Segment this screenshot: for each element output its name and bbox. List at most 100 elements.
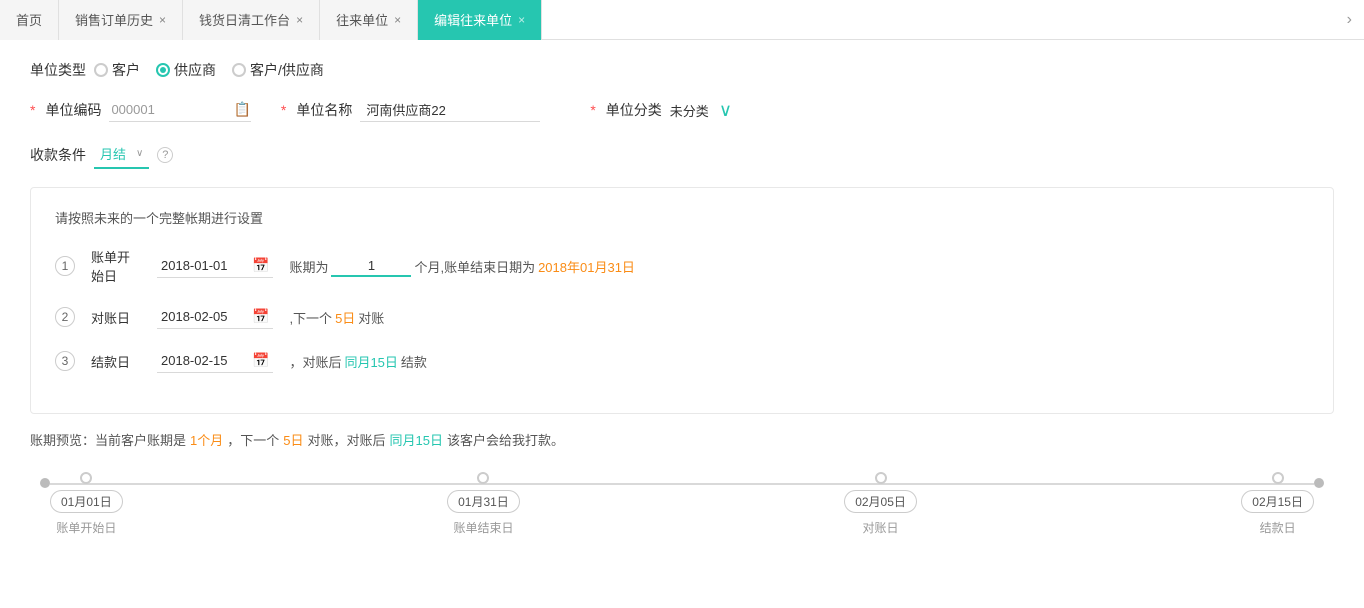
timeline-left-dot [40,478,50,488]
radio-supplier[interactable]: 供应商 [156,60,216,80]
period-highlight-1: 2018年01月31日 [538,257,635,276]
timeline-left-end [40,469,50,488]
classify-value: 未分类 [670,101,709,120]
tab-sales-history-close[interactable]: × [159,13,166,27]
tab-cash-work[interactable]: 钱货日清工作台 × [183,0,320,40]
tl-dot-2 [875,472,887,484]
tab-cash-work-close[interactable]: × [296,13,303,27]
classify-star: * [590,102,595,118]
date-value-1: 2018-01-01 [161,258,246,273]
period-suffix-2: 对账 [358,308,384,327]
tl-caption-3: 结款日 [1260,519,1296,536]
radio-customer-label: 客户 [112,60,140,80]
tl-point-3: 02月15日 结款日 [1241,469,1314,536]
tl-point-0: 01月01日 账单开始日 [50,469,123,536]
tl-point-2: 02月05日 对账日 [844,469,917,536]
tab-home-label: 首页 [16,10,42,29]
date-value-2: 2018-02-05 [161,309,246,324]
radio-both-label: 客户/供应商 [250,60,324,80]
radio-supplier-circle [156,63,170,77]
radio-both[interactable]: 客户/供应商 [232,60,324,80]
period-prefix-3: ，对账后 [289,352,341,371]
period-num-3: 3 [55,351,75,371]
unit-type-group: 单位类型 客户 供应商 客户/供应商 [30,60,324,80]
period-month-input[interactable] [331,256,411,277]
tab-more-button[interactable]: › [1335,11,1364,29]
period-section: 请按照未来的一个完整帐期进行设置 1 账单开始日 2018-01-01 📅 账期… [30,187,1334,414]
tab-home[interactable]: 首页 [0,0,59,40]
period-label-2: 对账日 [91,308,141,327]
timeline-content: 01月01日 账单开始日 01月31日 账单结束日 02月05日 对账日 [50,469,1314,536]
tab-sales-history-label: 销售订单历史 [75,10,153,29]
tl-label-1: 01月31日 [447,490,520,513]
date-field-2[interactable]: 2018-02-05 📅 [157,305,273,329]
tab-sales-history[interactable]: 销售订单历史 × [59,0,183,40]
date-calendar-3[interactable]: 📅 [252,352,269,369]
radio-supplier-label: 供应商 [174,60,216,80]
tl-label-2: 02月05日 [844,490,917,513]
preview-mid2: 对账，对账后 [308,430,386,449]
preview-part3: 同月15日 [390,430,443,449]
date-calendar-1[interactable]: 📅 [252,257,269,274]
period-desc-3: ，对账后 同月15日 结款 [289,352,427,371]
period-num-2: 2 [55,307,75,327]
preview-text: 账期预览：当前客户账期是 1个月 ，下一个 5日 对账，对账后 同月15日 该客… [30,430,1334,449]
period-suffix-1: 个月,账单结束日期为 [414,257,535,276]
date-field-1[interactable]: 2018-01-01 📅 [157,254,273,278]
date-field-3[interactable]: 2018-02-15 📅 [157,349,273,373]
payment-dropdown[interactable]: 月结 ∨ [94,140,149,169]
period-row-3: 3 结款日 2018-02-15 📅 ，对账后 同月15日 结款 [55,349,1309,373]
preview-prefix: 账期预览：当前客户账期是 [30,430,186,449]
tl-point-1: 01月31日 账单结束日 [447,469,520,536]
code-group: * 单位编码 📋 [30,98,251,122]
payment-row: 收款条件 月结 ∨ ? [30,140,1334,169]
tab-partner-unit-label: 往来单位 [336,10,388,29]
tl-dot-0 [80,472,92,484]
tab-cash-work-label: 钱货日清工作台 [199,10,290,29]
code-input[interactable] [109,98,229,121]
period-prefix-2: ,下一个 [289,308,332,327]
payment-help-icon[interactable]: ? [157,147,173,163]
period-suffix-3: 结款 [401,352,427,371]
timeline-right-end [1314,469,1324,488]
code-star: * [30,102,35,118]
period-label-3: 结款日 [91,352,141,371]
code-input-wrapper: 📋 [109,98,250,122]
classify-arrow-icon: ∨ [719,100,732,121]
payment-group: 收款条件 月结 ∨ ? [30,140,173,169]
tab-edit-partner-label: 编辑往来单位 [434,10,512,29]
tl-label-0: 01月01日 [50,490,123,513]
period-highlight-3: 同月15日 [344,352,397,371]
section-title: 请按照未来的一个完整帐期进行设置 [55,208,1309,227]
tl-label-3: 02月15日 [1241,490,1314,513]
classify-dropdown[interactable]: 未分类 ∨ [670,100,732,121]
tab-partner-unit-close[interactable]: × [394,13,401,27]
period-extra-label-1: 账期为 [289,257,328,276]
unit-type-row: 单位类型 客户 供应商 客户/供应商 [30,60,1334,80]
date-calendar-2[interactable]: 📅 [252,308,269,325]
tab-edit-partner[interactable]: 编辑往来单位 × [418,0,542,40]
tab-partner-unit[interactable]: 往来单位 × [320,0,418,40]
payment-arrow-icon: ∨ [136,148,143,159]
preview-mid1: ，下一个 [227,430,279,449]
tl-caption-2: 对账日 [863,519,899,536]
date-value-3: 2018-02-15 [161,353,246,368]
radio-both-circle [232,63,246,77]
period-desc-1: 账期为 个月,账单结束日期为 2018年01月31日 [289,256,634,277]
timeline-right-dot [1314,478,1324,488]
tl-caption-1: 账单结束日 [453,519,513,536]
period-num-1: 1 [55,256,75,276]
timeline-row: 01月01日 账单开始日 01月31日 账单结束日 02月05日 对账日 [40,469,1324,536]
period-highlight-2: 5日 [335,308,355,327]
period-row-1: 1 账单开始日 2018-01-01 📅 账期为 个月,账单结束日期为 2018… [55,247,1309,285]
preview-part2: 5日 [283,430,303,449]
code-calendar-icon[interactable]: 📋 [233,101,250,118]
name-input[interactable] [360,98,540,122]
radio-customer[interactable]: 客户 [94,60,140,80]
tab-edit-partner-close[interactable]: × [518,13,525,27]
period-row-2: 2 对账日 2018-02-05 📅 ,下一个 5日 对账 [55,305,1309,329]
tl-dot-1 [477,472,489,484]
timeline-points: 01月01日 账单开始日 01月31日 账单结束日 02月05日 对账日 [50,469,1314,536]
tab-bar: 首页 销售订单历史 × 钱货日清工作台 × 往来单位 × 编辑往来单位 × › [0,0,1364,40]
unit-type-label: 单位类型 [30,60,86,80]
